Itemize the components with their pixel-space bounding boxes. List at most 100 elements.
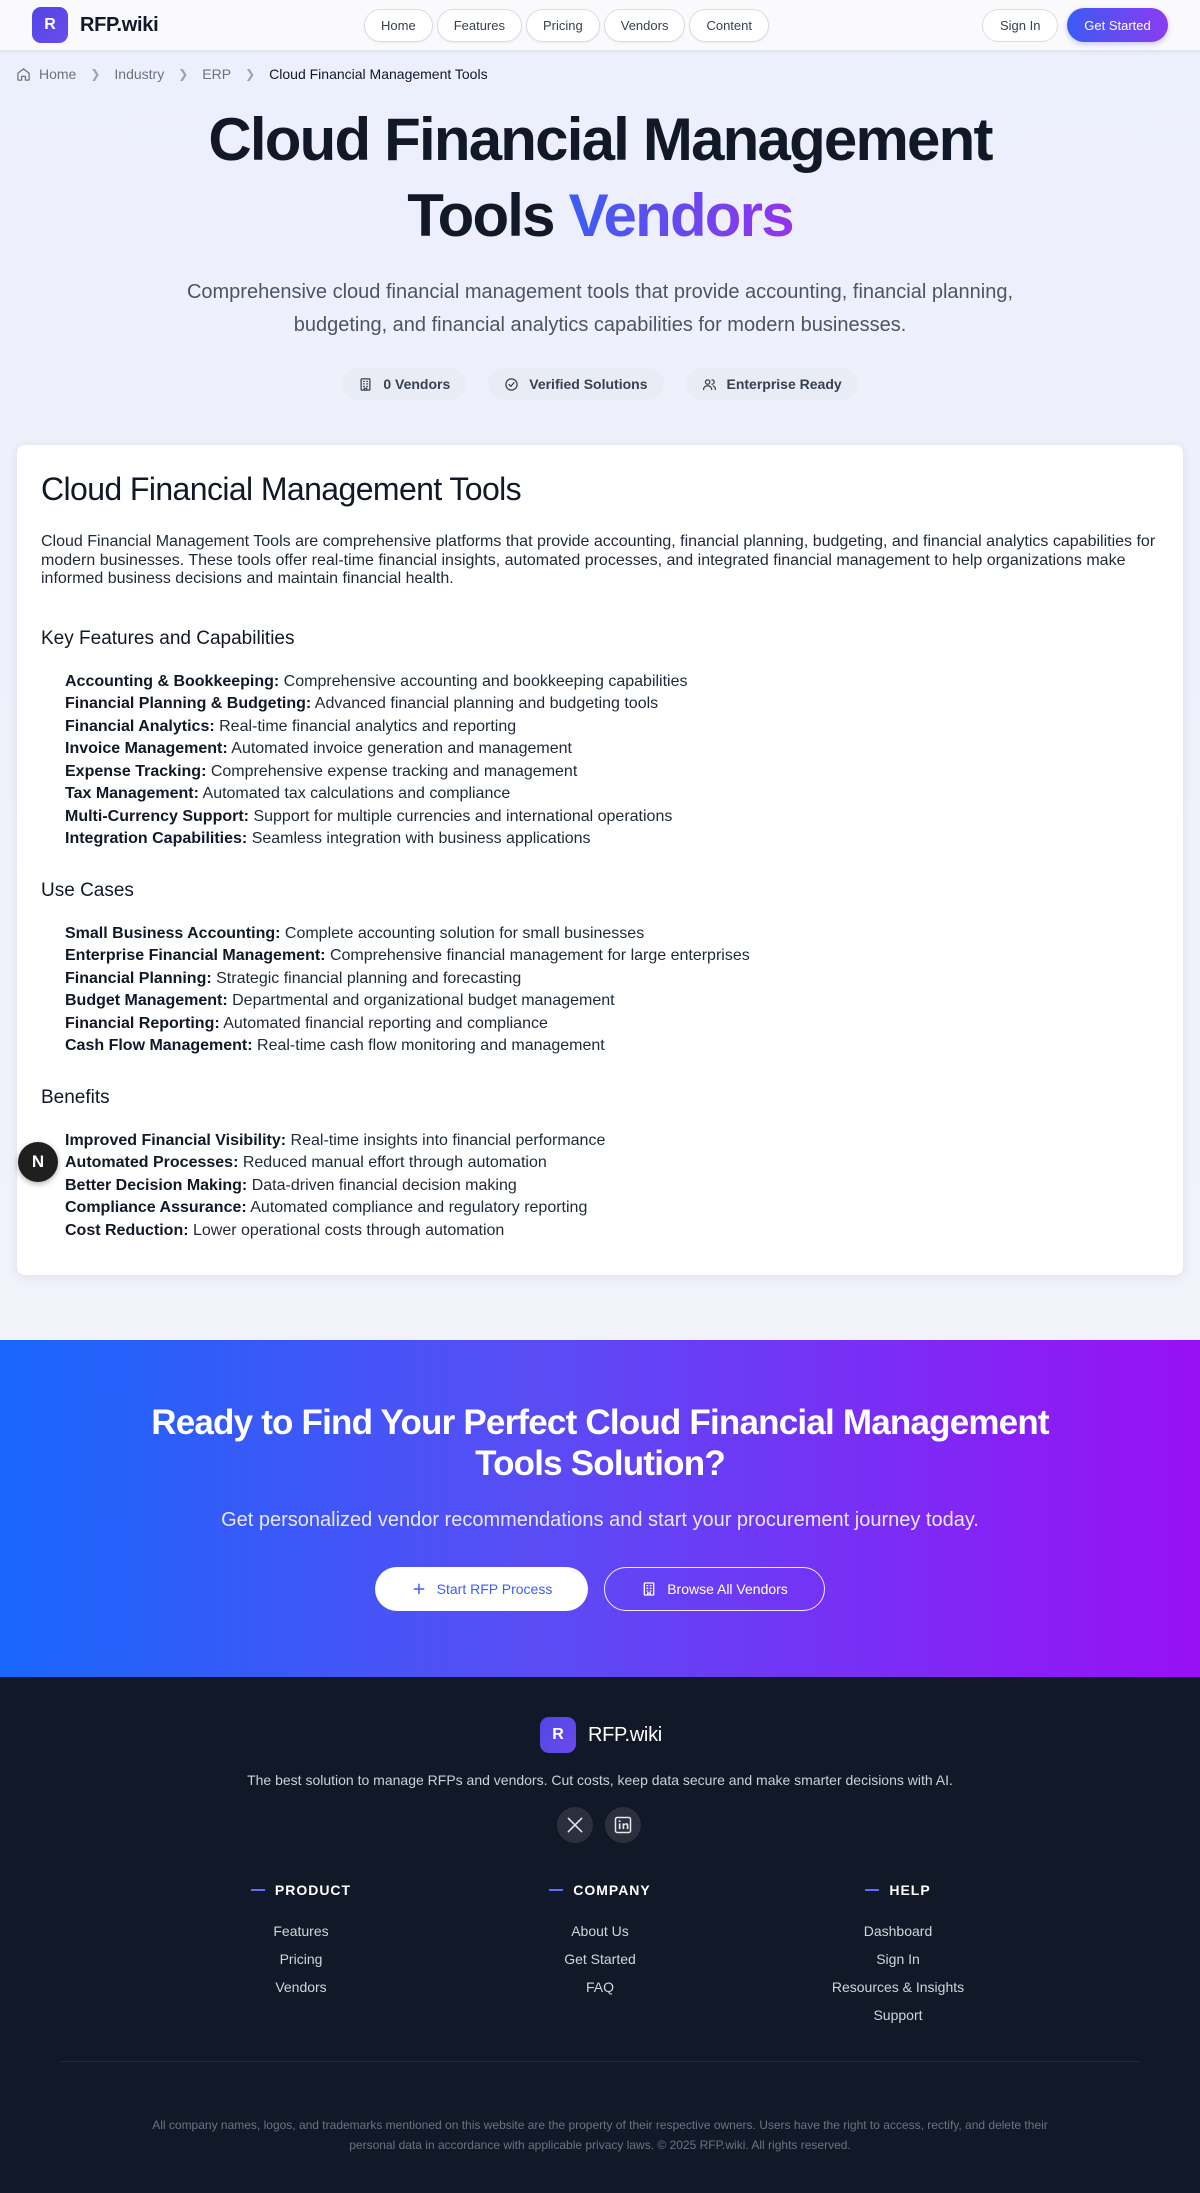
usecases-list: Small Business Accounting: Complete acco… [65,923,1159,1058]
list-item-label: Financial Analytics: [65,717,215,735]
list-item-label: Invoice Management: [65,740,228,757]
footer: R RFP.wiki The best solution to manage R… [0,1677,1200,2193]
list-item: Financial Analytics: Real-time financial… [65,716,1159,739]
browse-vendors-button[interactable]: Browse All Vendors [604,1567,825,1611]
footer-link-support[interactable]: Support [788,2001,1008,2029]
main-nav: Home Features Pricing Vendors Content [364,9,769,42]
list-item-text: Seamless integration with business appli… [247,830,591,847]
nav-content[interactable]: Content [689,9,769,42]
list-item-text: Real-time insights into financial perfor… [286,1131,606,1149]
list-item: Cost Reduction: Lower operational costs … [65,1220,1159,1243]
list-item: Financial Reporting: Automated financial… [65,1013,1159,1036]
list-item-label: Small Business Accounting: [65,924,281,942]
breadcrumb: Home ❯ Industry ❯ ERP ❯ Cloud Financial … [16,66,488,82]
footer-link-faq[interactable]: FAQ [490,1973,710,2001]
social-links [557,1807,641,1843]
list-item-text: Reduced manual effort through automation [238,1154,547,1171]
list-item: Better Decision Making: Data-driven fina… [65,1175,1159,1198]
title-line-1: Cloud Financial Management [208,106,993,173]
list-item: Integration Capabilities: Seamless integ… [65,828,1159,851]
check-circle-icon [505,377,518,391]
x-icon [567,1817,583,1833]
badge-verified: Verified Solutions [488,368,664,400]
list-item-label: Accounting & Bookkeeping: [65,672,280,690]
list-item-label: Tax Management: [65,785,199,802]
breadcrumb-industry[interactable]: Industry [114,66,164,82]
list-item-label: Compliance Assurance: [65,1199,247,1216]
footer-col-title: COMPANY [573,1882,651,1898]
breadcrumb-home[interactable]: Home [39,66,76,82]
list-item-text: Data-driven financial decision making [247,1176,517,1194]
list-item-label: Multi-Currency Support: [65,807,249,825]
footer-logo-text: RFP.wiki [588,1723,662,1746]
card-intro: Cloud Financial Management Tools are com… [41,533,1156,587]
list-item-label: Enterprise Financial Management: [65,947,326,964]
list-item: Expense Tracking: Comprehensive expense … [65,761,1159,784]
nav-vendors[interactable]: Vendors [603,9,686,42]
page-subtitle: Comprehensive cloud financial management… [186,281,1014,336]
footer-tagline: The best solution to manage RFPs and ven… [247,1772,953,1788]
nav-home[interactable]: Home [364,9,433,42]
footer-legal: All company names, logos, and trademarks… [152,2118,1048,2152]
x-link[interactable] [557,1807,593,1843]
cta-section: Ready to Find Your Perfect Cloud Financi… [0,1340,1200,1677]
footer-col-heading: COMPANY [490,1882,710,1898]
sign-in-button[interactable]: Sign In [982,9,1059,42]
footer-link-pricing[interactable]: Pricing [191,1945,411,1973]
list-item-text: Support for multiple currencies and inte… [249,807,673,825]
brand-logo[interactable]: R RFP.wiki [32,7,159,43]
dash-icon [865,1889,880,1891]
footer-col-heading: PRODUCT [191,1882,411,1898]
list-item: Tax Management: Automated tax calculatio… [65,783,1159,806]
card-title: Cloud Financial Management Tools [41,471,522,507]
list-item: Financial Planning: Strategic financial … [65,968,1159,991]
top-header: R RFP.wiki Home Features Pricing Vendors… [0,0,1200,51]
linkedin-link[interactable] [605,1807,641,1843]
list-item-label: Improved Financial Visibility: [65,1131,287,1149]
footer-logo-mark: R [540,1717,576,1753]
hero-badges: 0 Vendors Verified Solutions Enterprise … [0,368,1200,400]
footer-link-vendors[interactable]: Vendors [191,1973,411,2001]
breadcrumb-current: Cloud Financial Management Tools [269,66,488,82]
footer-link-about[interactable]: About Us [490,1917,710,1945]
dash-icon [549,1889,564,1891]
footer-divider [60,2061,1140,2062]
footer-col-title: PRODUCT [274,1882,352,1898]
footer-col-title: HELP [889,1882,931,1898]
plus-icon [413,1583,425,1595]
nav-features[interactable]: Features [436,9,522,42]
list-item: Compliance Assurance: Automated complian… [65,1197,1159,1220]
footer-link-sign-in[interactable]: Sign In [788,1945,1008,1973]
list-item-text: Automated tax calculations and complianc… [198,785,511,802]
footer-col-heading: HELP [788,1882,1008,1898]
footer-link-dashboard[interactable]: Dashboard [788,1917,1008,1945]
benefits-list: Improved Financial Visibility: Real-time… [65,1130,1159,1243]
features-heading: Key Features and Capabilities [41,627,295,649]
get-started-button[interactable]: Get Started [1067,8,1168,42]
list-item: Enterprise Financial Management: Compreh… [65,945,1159,968]
list-item-label: Expense Tracking: [65,762,207,780]
footer-link-features[interactable]: Features [191,1917,411,1945]
start-rfp-button[interactable]: Start RFP Process [375,1567,588,1611]
list-item-text: Advanced financial planning and budgetin… [311,695,659,712]
badge-verified-label: Verified Solutions [529,376,648,392]
footer-col-help: HELP Dashboard Sign In Resources & Insig… [788,1882,1008,2029]
list-item-text: Real-time financial analytics and report… [214,717,517,735]
footer-link-get-started[interactable]: Get Started [490,1945,710,1973]
list-item-text: Comprehensive expense tracking and manag… [206,762,578,780]
users-icon [702,378,716,390]
chevron-right-icon: ❯ [245,67,256,81]
breadcrumb-erp[interactable]: ERP [202,66,231,82]
linkedin-icon [614,1816,632,1834]
nav-pricing[interactable]: Pricing [526,9,600,42]
list-item: Cash Flow Management: Real-time cash flo… [65,1035,1159,1058]
usecases-heading: Use Cases [41,879,134,901]
list-item: Accounting & Bookkeeping: Comprehensive … [65,671,1159,694]
floating-n-badge[interactable]: N [18,1142,58,1182]
list-item-label: Integration Capabilities: [65,830,248,847]
benefits-heading: Benefits [41,1086,110,1108]
building-icon [643,1582,655,1596]
footer-link-resources[interactable]: Resources & Insights [788,1973,1008,2001]
list-item-label: Financial Reporting: [65,1014,220,1032]
footer-logo[interactable]: R RFP.wiki [540,1717,662,1753]
